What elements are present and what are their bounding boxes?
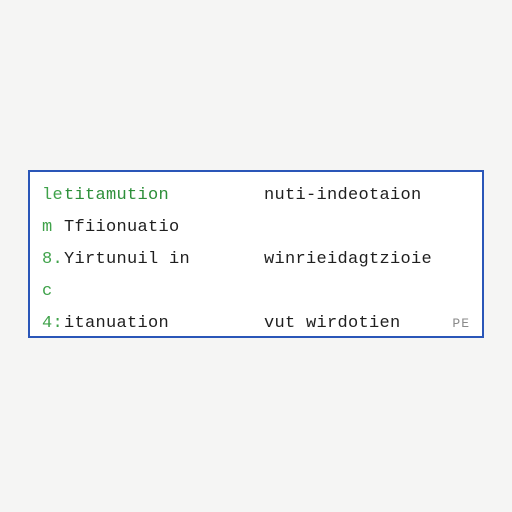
code-line: le titamution nuti-indeotaion	[42, 186, 470, 218]
line-annotation: PE	[434, 316, 470, 331]
line-gutter: 4:	[42, 314, 64, 333]
code-line: m Tfiionuatio	[42, 218, 470, 250]
code-token-left: Yirtunuil in	[64, 250, 264, 269]
line-gutter: c	[42, 282, 64, 301]
line-gutter: m	[42, 218, 64, 237]
line-gutter: 8.	[42, 250, 64, 269]
code-panel: le titamution nuti-indeotaion m Tfiionua…	[28, 170, 484, 338]
code-token-right: winrieidagtzioie	[264, 250, 434, 269]
code-token-left: Tfiionuatio	[64, 218, 264, 237]
code-token-right: nuti-indeotaion	[264, 186, 434, 205]
code-token-left: itanuation	[64, 314, 264, 333]
code-line: c	[42, 282, 470, 314]
code-token-left: titamution	[64, 186, 264, 205]
line-gutter: le	[42, 186, 64, 205]
code-line: 8. Yirtunuil in winrieidagtzioie	[42, 250, 470, 282]
code-token-right: vut wirdotien	[264, 314, 434, 333]
code-line: 4: itanuation vut wirdotien PE	[42, 314, 470, 346]
